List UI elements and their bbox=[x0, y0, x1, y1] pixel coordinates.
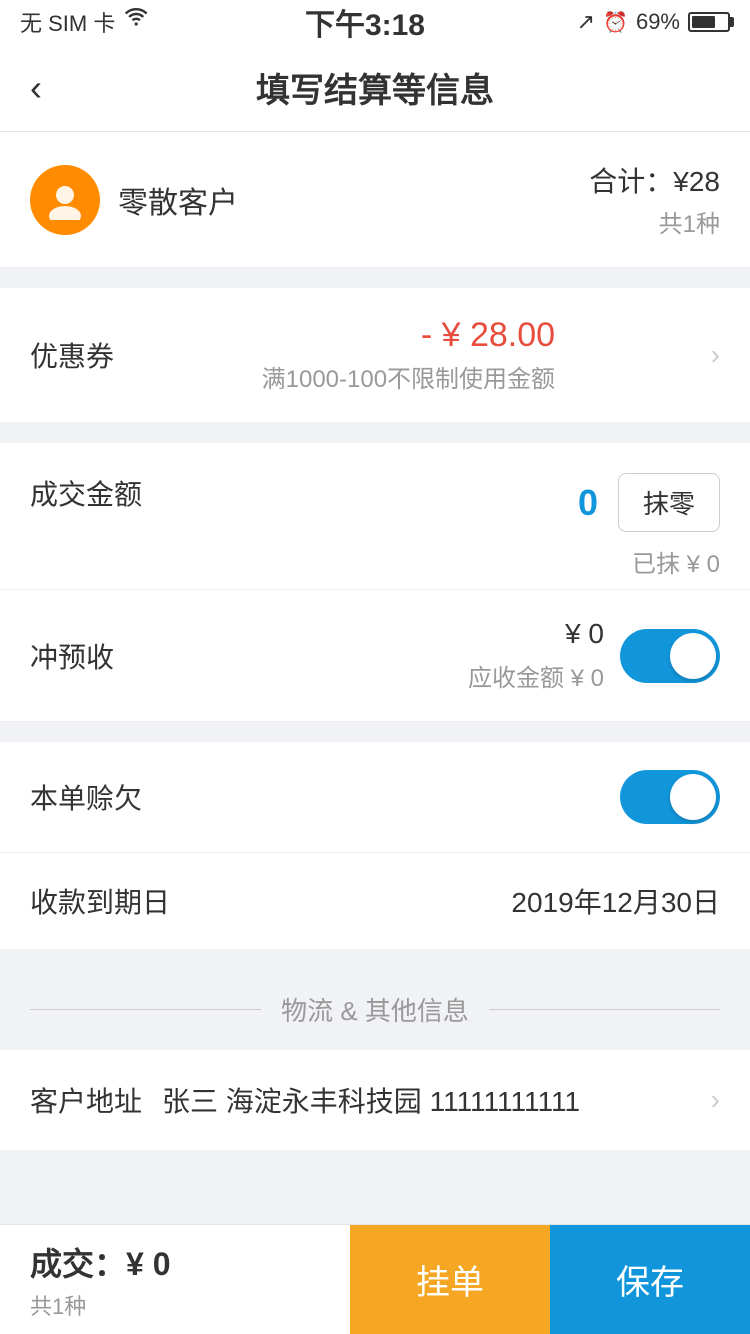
customer-right: 合计：¥28 共1种 bbox=[589, 160, 720, 239]
divider-2 bbox=[0, 423, 750, 443]
prepay-right: ¥ 0 应收金额 ¥ 0 bbox=[468, 618, 720, 693]
save-button[interactable]: 保存 bbox=[550, 1225, 750, 1334]
divider-4 bbox=[0, 949, 750, 969]
due-date-value: 2019年12月30日 bbox=[511, 881, 720, 921]
due-date-row: 收款到期日 2019年12月30日 bbox=[0, 853, 750, 949]
deal-amount-sub: 已抹 ¥ 0 bbox=[632, 544, 720, 579]
total-amount: 合计：¥28 bbox=[589, 160, 720, 200]
battery-percent: 69% bbox=[636, 9, 680, 35]
customer-row: 零散客户 合计：¥28 共1种 bbox=[0, 132, 750, 268]
logistics-line-left bbox=[30, 1009, 261, 1010]
mazan-button[interactable]: 抹零 bbox=[618, 473, 720, 532]
coupon-chevron: › bbox=[711, 339, 720, 371]
bottom-deal-value: ¥ 0 bbox=[126, 1246, 170, 1282]
logistics-label: 物流 & 其他信息 bbox=[281, 991, 469, 1028]
hang-button[interactable]: 挂单 bbox=[350, 1225, 550, 1334]
bottom-count: 共1种 bbox=[30, 1289, 320, 1321]
divider-3 bbox=[0, 722, 750, 742]
credit-label: 本单赊欠 bbox=[30, 777, 142, 817]
page-title: 填写结算等信息 bbox=[256, 63, 494, 112]
credit-toggle-circle bbox=[670, 774, 716, 820]
status-time: 下午3:18 bbox=[305, 0, 425, 44]
coupon-row[interactable]: 优惠券 - ¥ 28.00 满1000-100不限制使用金额 › bbox=[0, 288, 750, 423]
back-button[interactable]: ‹ bbox=[30, 67, 42, 109]
battery-icon bbox=[688, 12, 730, 32]
prepay-label: 冲预收 bbox=[30, 636, 114, 676]
prepay-amount-area: ¥ 0 应收金额 ¥ 0 bbox=[468, 618, 604, 693]
coupon-label: 优惠券 bbox=[30, 335, 114, 375]
credit-toggle[interactable] bbox=[620, 770, 720, 824]
credit-row: 本单赊欠 bbox=[0, 742, 750, 853]
coupon-right: - ¥ 28.00 满1000-100不限制使用金额 bbox=[262, 316, 555, 394]
prepay-sub: 应收金额 ¥ 0 bbox=[468, 658, 604, 693]
prepay-toggle-circle bbox=[670, 633, 716, 679]
prepay-toggle[interactable] bbox=[620, 629, 720, 683]
deal-amount-label: 成交金额 bbox=[30, 473, 142, 513]
customer-avatar bbox=[30, 165, 100, 235]
logistics-line-right bbox=[489, 1009, 720, 1010]
content-area: 零散客户 合计：¥28 共1种 优惠券 - ¥ 28.00 满1000-100不… bbox=[0, 132, 750, 1271]
alarm-icon: ⏰ bbox=[603, 10, 628, 35]
wifi-icon bbox=[125, 8, 153, 36]
logistics-section: 物流 & 其他信息 bbox=[0, 969, 750, 1050]
address-chevron: › bbox=[711, 1084, 720, 1116]
total-count: 共1种 bbox=[589, 204, 720, 239]
bottom-info: 成交：¥ 0 共1种 bbox=[0, 1239, 350, 1321]
deal-amount-value: 0 bbox=[578, 482, 598, 524]
divider-1 bbox=[0, 268, 750, 288]
prepay-row: 冲预收 ¥ 0 应收金额 ¥ 0 bbox=[0, 590, 750, 722]
customer-section: 零散客户 合计：¥28 共1种 bbox=[0, 132, 750, 268]
customer-name: 零散客户 bbox=[118, 178, 238, 222]
status-bar: 无 SIM 卡 下午3:18 ↗ ⏰ 69% bbox=[0, 0, 750, 44]
status-left: 无 SIM 卡 bbox=[20, 6, 153, 38]
nav-bar: ‹ 填写结算等信息 bbox=[0, 44, 750, 132]
status-right: ↗ ⏰ 69% bbox=[577, 9, 730, 35]
coupon-discount: - ¥ 28.00 bbox=[262, 316, 555, 355]
no-sim-label: 无 SIM 卡 bbox=[20, 6, 115, 38]
location-icon: ↗ bbox=[577, 9, 595, 35]
coupon-subtext: 满1000-100不限制使用金额 bbox=[262, 359, 555, 394]
prepay-amount: ¥ 0 bbox=[565, 618, 604, 650]
address-label: 客户地址 bbox=[30, 1080, 142, 1120]
bottom-deal-label: 成交： bbox=[30, 1246, 126, 1282]
bottom-deal-amount: 成交：¥ 0 bbox=[30, 1239, 320, 1285]
bottom-bar: 成交：¥ 0 共1种 挂单 保存 bbox=[0, 1224, 750, 1334]
address-value: 张三 海淀永丰科技园 11111111111 bbox=[162, 1080, 691, 1120]
address-row[interactable]: 客户地址 张三 海淀永丰科技园 11111111111 › bbox=[0, 1050, 750, 1151]
due-date-label: 收款到期日 bbox=[30, 881, 170, 921]
customer-left: 零散客户 bbox=[30, 165, 238, 235]
deal-amount-row: 成交金额 0 抹零 已抹 ¥ 0 bbox=[0, 443, 750, 590]
